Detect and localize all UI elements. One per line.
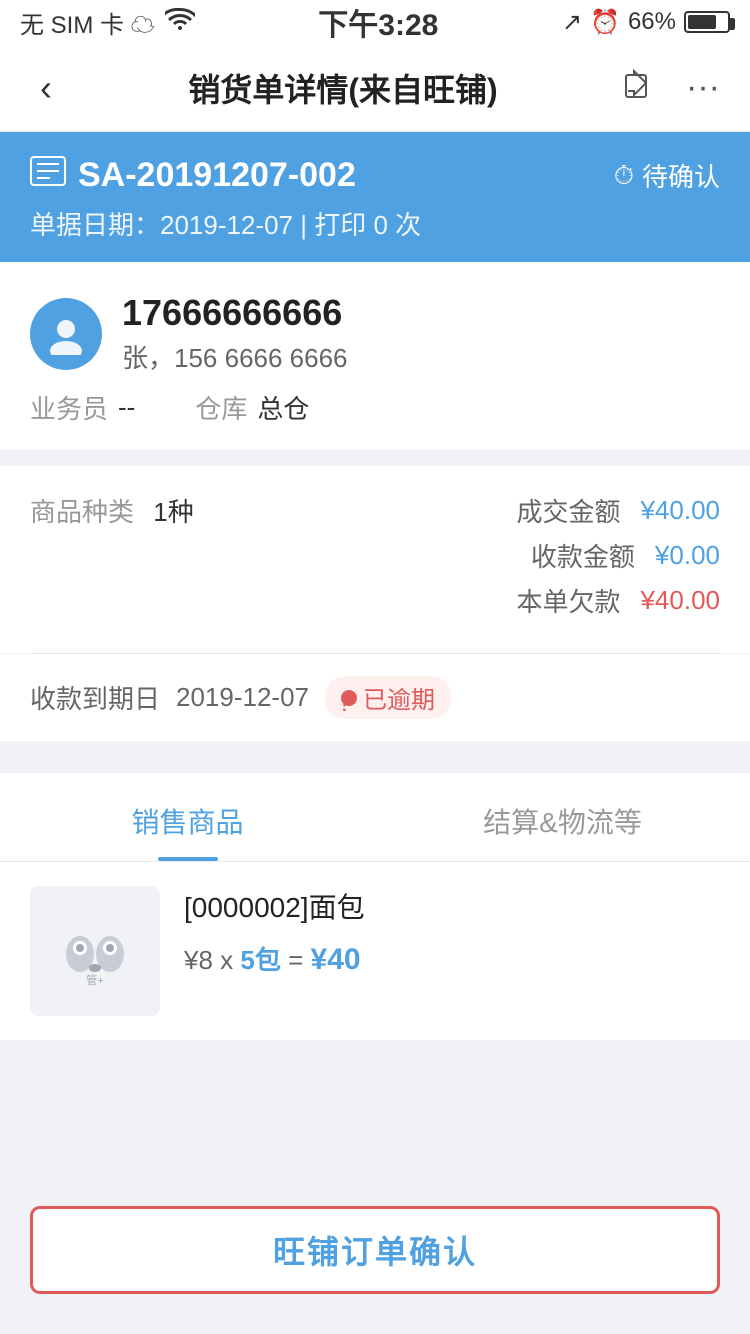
customer-avatar xyxy=(30,298,102,370)
status-bar: 无 SIM 卡 ☁ 下午3:28 ↗ ⏰ 66% xyxy=(0,0,750,44)
price-total: ¥40 xyxy=(311,943,361,976)
order-status: ⏱ 待确认 xyxy=(614,157,720,194)
nav-bar: ‹ 销货单详情(来自旺铺) ··· xyxy=(0,44,750,132)
status-bar-left: 无 SIM 卡 ☁ xyxy=(20,5,195,40)
battery-label: 66% xyxy=(628,8,676,36)
debt-value: ¥40.00 xyxy=(640,585,720,616)
received-row: 收款金额 ¥0.00 xyxy=(516,537,720,574)
status-bar-right: ↗ ⏰ 66% xyxy=(562,8,730,37)
product-price: ¥8 x 5包 = ¥40 xyxy=(184,940,720,977)
amount-value: ¥40.00 xyxy=(640,495,720,526)
due-date-label: 收款到期日 xyxy=(30,679,160,716)
amount-row: 成交金额 ¥40.00 xyxy=(516,492,720,529)
debt-row: 本单欠款 ¥40.00 xyxy=(516,582,720,619)
product-info: [0000002]面包 ¥8 x 5包 = ¥40 xyxy=(184,886,720,1016)
received-label: 收款金额 xyxy=(531,537,635,574)
salesperson-value: -- xyxy=(118,392,135,423)
tab-sales-products[interactable]: 销售商品 xyxy=(0,773,375,861)
tab-settlement-logistics[interactable]: 结算&物流等 xyxy=(375,773,750,861)
overdue-badge: ! 已逾期 xyxy=(325,676,451,719)
price-unit: ¥8 xyxy=(184,945,213,975)
order-header: SA-20191207-002 ⏱ 待确认 单据日期：2019-12-07 | … xyxy=(0,132,750,262)
status-bar-time: 下午3:28 xyxy=(318,0,438,44)
amount-label: 成交金额 xyxy=(516,492,620,529)
due-date-section: 收款到期日 2019-12-07 ! 已逾期 xyxy=(0,654,750,741)
summary-right: 成交金额 ¥40.00 收款金额 ¥0.00 本单欠款 ¥40.00 xyxy=(516,492,720,627)
debt-label: 本单欠款 xyxy=(516,582,620,619)
product-section: 管+ [0000002]面包 ¥8 x 5包 = ¥40 xyxy=(0,862,750,1040)
alarm-icon: ⏰ xyxy=(590,8,620,37)
order-icon xyxy=(30,156,66,195)
warehouse-label: 仓库 xyxy=(195,389,247,426)
divider-1 xyxy=(0,450,750,466)
summary-left: 商品种类 1种 xyxy=(30,492,194,529)
price-quantity: 5包 xyxy=(240,945,280,975)
location-icon: ↗ xyxy=(562,8,582,37)
salesperson-item: 业务员 -- xyxy=(30,389,135,426)
summary-section: 商品种类 1种 成交金额 ¥40.00 收款金额 ¥0.00 本单欠款 ¥40.… xyxy=(0,466,750,653)
svg-text:管+: 管+ xyxy=(86,973,103,986)
share-button[interactable] xyxy=(624,67,656,108)
price-separator: x xyxy=(220,945,240,975)
wifi-icon xyxy=(165,8,195,37)
price-equals: = xyxy=(288,945,310,975)
due-date-value: 2019-12-07 xyxy=(176,682,309,713)
customer-phone: 17666666666 xyxy=(122,292,348,334)
warehouse-value: 总仓 xyxy=(257,389,309,426)
nav-right-actions: ··· xyxy=(624,67,720,108)
overdue-dot-icon: ! xyxy=(341,690,357,706)
tabs-section: 销售商品 结算&物流等 xyxy=(0,773,750,862)
received-value: ¥0.00 xyxy=(655,540,720,571)
salesperson-label: 业务员 xyxy=(30,389,108,426)
customer-meta: 业务员 -- 仓库 总仓 xyxy=(30,389,720,426)
customer-info: 17666666666 张，156 6666 6666 xyxy=(122,292,348,375)
page-title: 销货单详情(来自旺铺) xyxy=(188,65,497,111)
back-button[interactable]: ‹ xyxy=(30,57,62,119)
no-sim-label: 无 SIM 卡 ☁ xyxy=(20,5,155,40)
divider-2 xyxy=(0,741,750,757)
product-thumbnail: 管+ xyxy=(30,886,160,1016)
warehouse-item: 仓库 总仓 xyxy=(195,389,309,426)
overdue-text: 已逾期 xyxy=(363,680,435,715)
clock-icon: ⏱ xyxy=(614,160,634,192)
product-type-value: 1种 xyxy=(153,497,193,527)
more-button[interactable]: ··· xyxy=(686,68,720,107)
confirm-order-button[interactable]: 旺铺订单确认 xyxy=(30,1206,720,1294)
customer-name: 张，156 6666 6666 xyxy=(122,338,348,375)
product-type-label: 商品种类 xyxy=(30,497,134,527)
confirm-button-container: 旺铺订单确认 xyxy=(0,1206,750,1294)
order-id: SA-20191207-002 xyxy=(30,156,356,195)
customer-section: 17666666666 张，156 6666 6666 业务员 -- 仓库 总仓 xyxy=(0,262,750,450)
battery-icon xyxy=(684,11,730,33)
product-name: [0000002]面包 xyxy=(184,886,720,926)
order-date: 单据日期：2019-12-07 | 打印 0 次 xyxy=(30,205,720,242)
